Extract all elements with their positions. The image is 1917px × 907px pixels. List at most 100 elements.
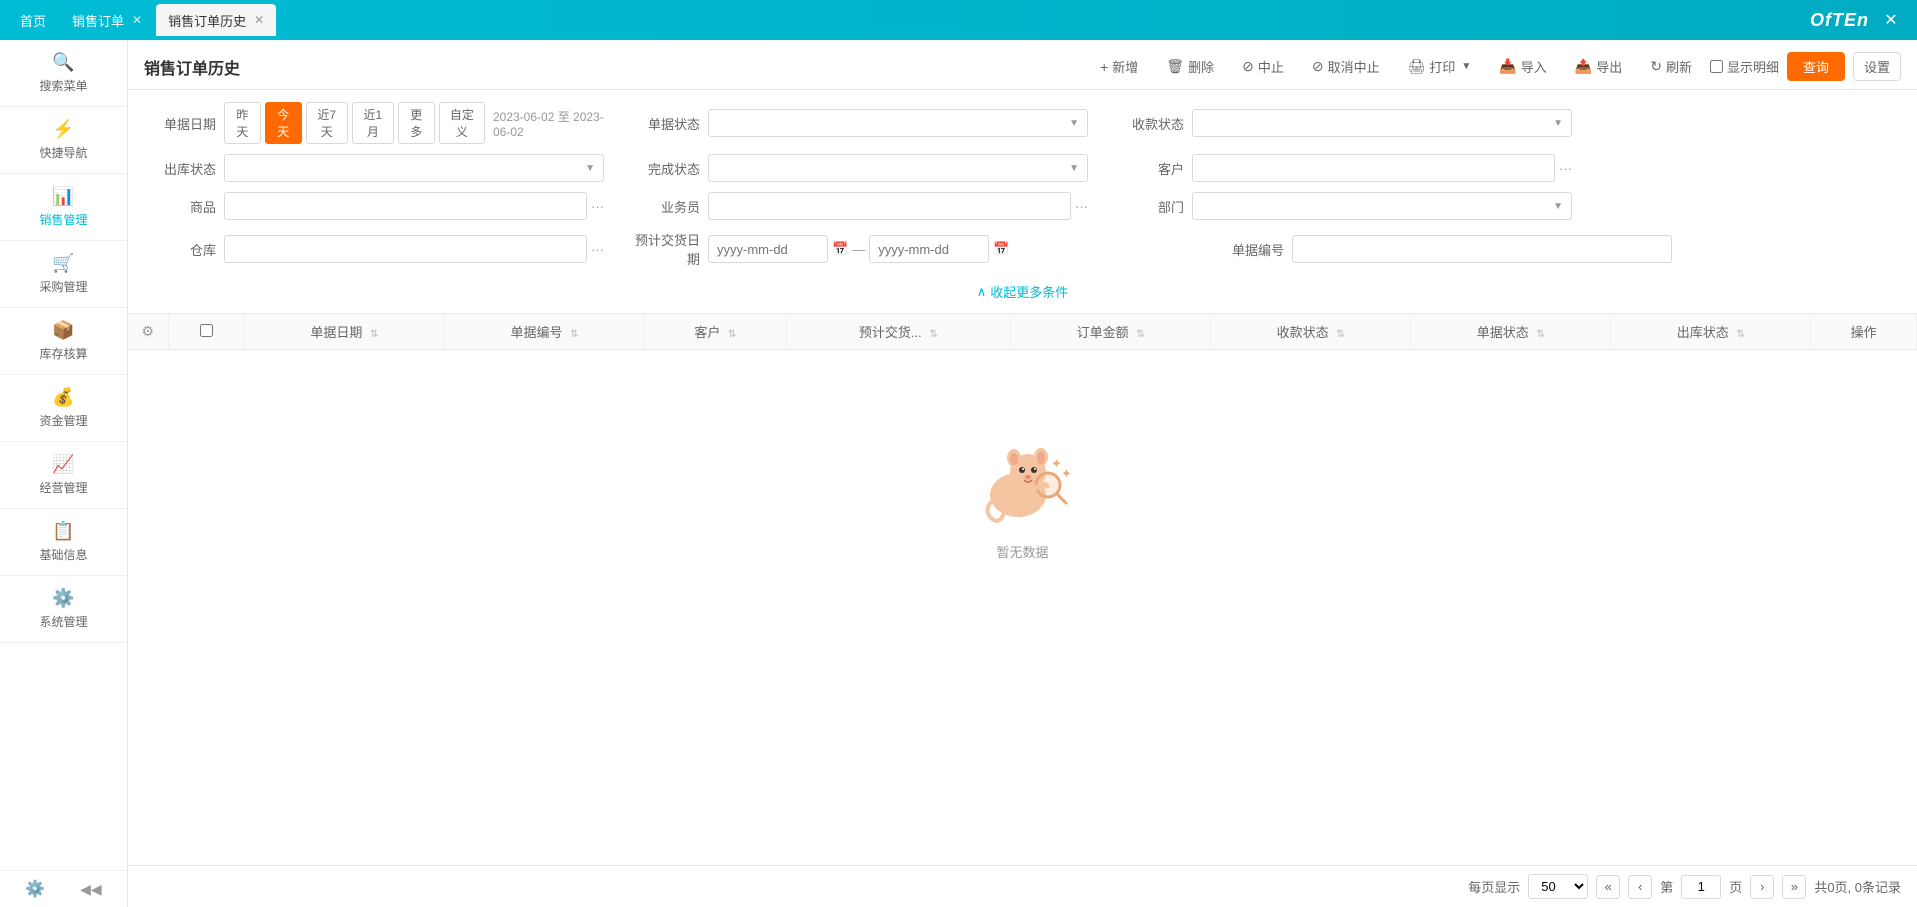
out-status-select[interactable]: ▼ <box>224 154 604 182</box>
page-number-input[interactable] <box>1681 875 1721 899</box>
date-today-btn[interactable]: 今天 <box>265 102 302 144</box>
salesperson-input[interactable] <box>708 192 1071 220</box>
th-out-status-label: 出库状态 <box>1677 325 1729 340</box>
first-page-icon: « <box>1605 879 1612 894</box>
dept-arrow-icon: ▼ <box>1553 201 1563 212</box>
receipt-status-arrow-icon: ▼ <box>1553 118 1563 129</box>
dept-label: 部门 <box>1112 197 1192 216</box>
tab-home[interactable]: 首页 <box>8 4 58 36</box>
tab-sales-order-history[interactable]: 销售订单历史 ✕ <box>156 4 276 36</box>
expected-date-end-input[interactable] <box>869 235 989 263</box>
receipt-status-sort-icon: ⇅ <box>1336 329 1344 340</box>
sidebar-item-sales-mgmt[interactable]: 📊 销售管理 <box>0 174 127 241</box>
sidebar-settings-icon[interactable]: ⚙️ <box>25 879 45 899</box>
status-select[interactable]: ▼ <box>708 109 1088 137</box>
complete-status-label: 完成状态 <box>628 159 708 178</box>
empty-state-illustration: ✦ ✦ <box>973 430 1073 530</box>
collapse-text: 收起更多条件 <box>990 282 1068 301</box>
date-last7-btn[interactable]: 近7天 <box>306 102 348 144</box>
top-bar: 首页 销售订单 ✕ 销售订单历史 ✕ OfTEn ✕ <box>0 0 1917 40</box>
sidebar-item-quick-nav[interactable]: ⚡ 快捷导航 <box>0 107 127 174</box>
sidebar: 🔍 搜索菜单 ⚡ 快捷导航 📊 销售管理 🛒 采购管理 📦 库存核算 💰 资金管… <box>0 40 128 907</box>
customer-dots-icon[interactable]: ··· <box>1559 161 1572 176</box>
export-button[interactable]: 📤 导出 <box>1565 53 1632 80</box>
th-receipt-status[interactable]: 收款状态 ⇅ <box>1211 314 1411 350</box>
prev-page-button[interactable]: ‹ <box>1628 875 1652 899</box>
status-label: 单据状态 <box>628 114 708 133</box>
customer-input[interactable] <box>1192 154 1555 182</box>
warehouse-input[interactable] <box>224 235 587 263</box>
th-out-status[interactable]: 出库状态 ⇅ <box>1611 314 1811 350</box>
import-button[interactable]: 📥 导入 <box>1489 53 1556 80</box>
next-page-button[interactable]: › <box>1750 875 1774 899</box>
window-close-button[interactable]: ✕ <box>1877 6 1905 34</box>
data-table: ⚙ 单据日期 ⇅ 单据编号 ⇅ <box>128 314 1917 350</box>
order-no-label: 单据编号 <box>1212 240 1292 259</box>
sidebar-label-basic-info: 基础信息 <box>39 546 87 563</box>
date-yesterday-btn[interactable]: 昨天 <box>224 102 261 144</box>
sidebar-collapse-icon[interactable]: ◀◀ <box>80 881 102 898</box>
calendar-start-icon[interactable]: 📅 <box>832 241 848 257</box>
query-button[interactable]: 查询 <box>1787 52 1845 81</box>
table-settings-icon[interactable]: ⚙ <box>141 323 154 339</box>
sidebar-bottom: ⚙️ ◀◀ <box>0 870 127 907</box>
stop-button[interactable]: ⊘ 中止 <box>1232 53 1294 80</box>
sidebar-label-operations-mgmt: 经营管理 <box>39 479 87 496</box>
th-order-no[interactable]: 单据编号 ⇅ <box>444 314 644 350</box>
complete-status-select[interactable]: ▼ <box>708 154 1088 182</box>
th-action-label: 操作 <box>1851 325 1877 340</box>
sidebar-item-search-menu[interactable]: 🔍 搜索菜单 <box>0 40 127 107</box>
add-button[interactable]: + 新增 <box>1090 53 1148 80</box>
date-more-btn[interactable]: 更多 <box>398 102 435 144</box>
sidebar-item-inventory-check[interactable]: 📦 库存核算 <box>0 308 127 375</box>
sidebar-item-basic-info[interactable]: 📋 基础信息 <box>0 509 127 576</box>
date-last1m-btn[interactable]: 近1月 <box>352 102 394 144</box>
display-detail-checkbox[interactable]: 显示明细 <box>1710 57 1779 76</box>
purchase-mgmt-icon: 🛒 <box>52 253 74 274</box>
warehouse-dots-icon[interactable]: ··· <box>591 242 604 257</box>
order-no-input[interactable] <box>1292 235 1672 263</box>
page-size-select[interactable]: 50 10 20 100 <box>1528 874 1588 899</box>
date-custom-btn[interactable]: 自定义 <box>439 102 485 144</box>
tab-sales-order[interactable]: 销售订单 ✕ <box>60 4 154 36</box>
dept-select[interactable]: ▼ <box>1192 192 1572 220</box>
product-dots-icon[interactable]: ··· <box>591 199 604 214</box>
export-icon: 📤 <box>1575 58 1592 75</box>
receipt-status-select[interactable]: ▼ <box>1192 109 1572 137</box>
product-input[interactable] <box>224 192 587 220</box>
calendar-end-icon[interactable]: 📅 <box>993 241 1009 257</box>
th-date[interactable]: 单据日期 ⇅ <box>244 314 444 350</box>
sidebar-item-system-mgmt[interactable]: ⚙️ 系统管理 <box>0 576 127 643</box>
collapse-row[interactable]: ∧ 收起更多条件 <box>144 278 1901 301</box>
add-icon: + <box>1100 59 1108 75</box>
th-expected-date-label: 预计交货... <box>859 325 922 340</box>
expected-date-start-input[interactable] <box>708 235 828 263</box>
close-tab-history[interactable]: ✕ <box>254 13 264 27</box>
sidebar-label-sales-mgmt: 销售管理 <box>39 211 87 228</box>
sidebar-item-operations-mgmt[interactable]: 📈 经营管理 <box>0 442 127 509</box>
filter-area: 单据日期 昨天 今天 近7天 近1月 更多 自定义 2023-06-02 至 2… <box>128 90 1917 314</box>
close-tab-sales-order[interactable]: ✕ <box>132 13 142 27</box>
refresh-button[interactable]: ↻ 刷新 <box>1640 53 1702 80</box>
cancel-stop-button[interactable]: ⊘ 取消中止 <box>1302 53 1390 80</box>
sidebar-item-purchase-mgmt[interactable]: 🛒 采购管理 <box>0 241 127 308</box>
settings-button[interactable]: 设置 <box>1853 52 1901 81</box>
order-no-sort-icon: ⇅ <box>570 329 578 340</box>
print-button[interactable]: 🖨 打印 ▼ <box>1398 53 1482 80</box>
display-detail-input[interactable] <box>1710 60 1723 73</box>
page-header: 销售订单历史 + 新增 🗑 删除 ⊘ 中止 ⊘ 取消中止 <box>128 40 1917 90</box>
th-expected-date[interactable]: 预计交货... ⇅ <box>786 314 1010 350</box>
date-filter: 昨天 今天 近7天 近1月 更多 自定义 2023-06-02 至 2023-0… <box>224 102 604 144</box>
first-page-button[interactable]: « <box>1596 875 1620 899</box>
salesperson-dots-icon[interactable]: ··· <box>1075 199 1088 214</box>
last-page-button[interactable]: » <box>1782 875 1806 899</box>
page-size-label: 每页显示 <box>1468 877 1520 896</box>
delete-button[interactable]: 🗑 删除 <box>1156 53 1224 80</box>
select-all-checkbox[interactable] <box>200 324 213 337</box>
th-customer[interactable]: 客户 ⇅ <box>645 314 787 350</box>
page-label: 页 <box>1729 877 1742 896</box>
dept-control: ▼ <box>1192 192 1572 220</box>
sidebar-item-capital-mgmt[interactable]: 💰 资金管理 <box>0 375 127 442</box>
th-amount[interactable]: 订单金额 ⇅ <box>1011 314 1211 350</box>
th-order-status[interactable]: 单据状态 ⇅ <box>1411 314 1611 350</box>
